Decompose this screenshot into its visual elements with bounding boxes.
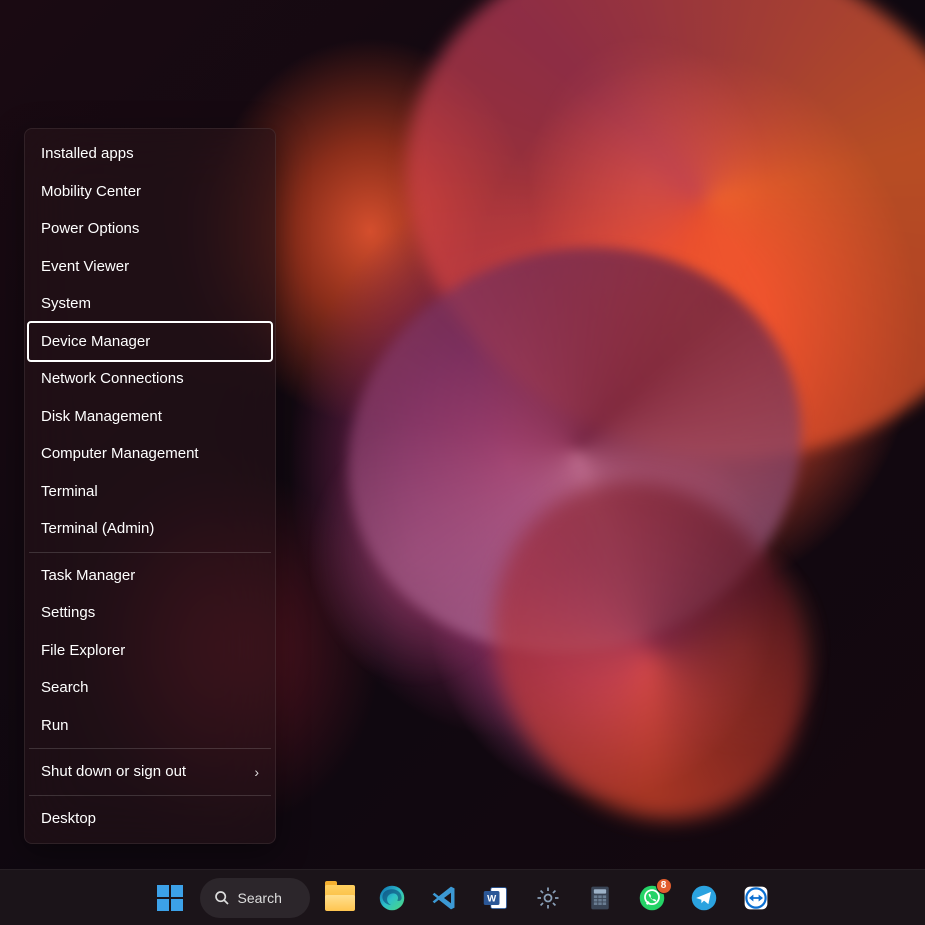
taskbar-edge[interactable] — [370, 876, 414, 920]
menu-item-label: Settings — [41, 603, 95, 623]
start-button[interactable] — [148, 876, 192, 920]
chevron-right-icon: › — [254, 763, 259, 781]
svg-text:W: W — [487, 893, 497, 904]
menu-item-label: Terminal (Admin) — [41, 519, 154, 539]
menu-item-installed-apps[interactable]: Installed apps — [29, 135, 271, 173]
menu-item-label: Event Viewer — [41, 257, 129, 277]
menu-item-event-viewer[interactable]: Event Viewer — [29, 248, 271, 286]
menu-item-task-manager[interactable]: Task Manager — [29, 557, 271, 595]
notification-badge: 8 — [656, 878, 672, 894]
menu-item-network-connections[interactable]: Network Connections — [29, 360, 271, 398]
menu-item-system[interactable]: System — [29, 285, 271, 323]
menu-item-label: Shut down or sign out — [41, 762, 186, 782]
taskbar-settings[interactable] — [526, 876, 570, 920]
teamviewer-icon — [742, 884, 770, 912]
winx-context-menu: Installed apps Mobility Center Power Optio… — [24, 128, 276, 844]
menu-item-label: Search — [41, 678, 89, 698]
menu-item-label: Power Options — [41, 219, 139, 239]
search-label: Search — [238, 890, 282, 906]
menu-item-label: Installed apps — [41, 144, 134, 164]
menu-item-terminal[interactable]: Terminal — [29, 473, 271, 511]
calculator-icon — [586, 884, 614, 912]
taskbar-file-explorer[interactable] — [318, 876, 362, 920]
menu-divider — [29, 552, 271, 553]
menu-item-label: Network Connections — [41, 369, 184, 389]
menu-item-label: Computer Management — [41, 444, 199, 464]
vscode-icon — [430, 884, 458, 912]
menu-item-label: System — [41, 294, 91, 314]
menu-item-file-explorer[interactable]: File Explorer — [29, 632, 271, 670]
taskbar-telegram[interactable] — [682, 876, 726, 920]
menu-item-label: Mobility Center — [41, 182, 141, 202]
menu-item-shut-down-or-sign-out[interactable]: Shut down or sign out › — [29, 753, 271, 791]
menu-divider — [29, 795, 271, 796]
menu-item-disk-management[interactable]: Disk Management — [29, 398, 271, 436]
menu-item-power-options[interactable]: Power Options — [29, 210, 271, 248]
menu-item-terminal-admin[interactable]: Terminal (Admin) — [29, 510, 271, 548]
word-icon: W — [482, 884, 510, 912]
menu-item-label: File Explorer — [41, 641, 125, 661]
taskbar-word[interactable]: W — [474, 876, 518, 920]
menu-item-label: Device Manager — [41, 332, 150, 352]
folder-icon — [325, 885, 355, 911]
telegram-icon — [690, 884, 718, 912]
taskbar-calculator[interactable] — [578, 876, 622, 920]
menu-item-search[interactable]: Search — [29, 669, 271, 707]
menu-item-desktop[interactable]: Desktop — [29, 800, 271, 838]
menu-item-label: Task Manager — [41, 566, 135, 586]
gear-icon — [534, 884, 562, 912]
edge-icon — [378, 884, 406, 912]
menu-item-mobility-center[interactable]: Mobility Center — [29, 173, 271, 211]
taskbar-vscode[interactable] — [422, 876, 466, 920]
menu-item-computer-management[interactable]: Computer Management — [29, 435, 271, 473]
search-icon — [214, 890, 230, 906]
taskbar-whatsapp[interactable]: 8 — [630, 876, 674, 920]
taskbar-teamviewer[interactable] — [734, 876, 778, 920]
menu-divider — [29, 748, 271, 749]
menu-item-run[interactable]: Run — [29, 707, 271, 745]
menu-item-label: Run — [41, 716, 69, 736]
menu-item-label: Terminal — [41, 482, 98, 502]
menu-item-device-manager[interactable]: Device Manager — [27, 321, 273, 363]
taskbar-search[interactable]: Search — [200, 878, 310, 918]
windows-logo-icon — [157, 885, 183, 911]
taskbar: Search W — [0, 869, 925, 925]
menu-item-label: Desktop — [41, 809, 96, 829]
menu-item-label: Disk Management — [41, 407, 162, 427]
menu-item-settings[interactable]: Settings — [29, 594, 271, 632]
